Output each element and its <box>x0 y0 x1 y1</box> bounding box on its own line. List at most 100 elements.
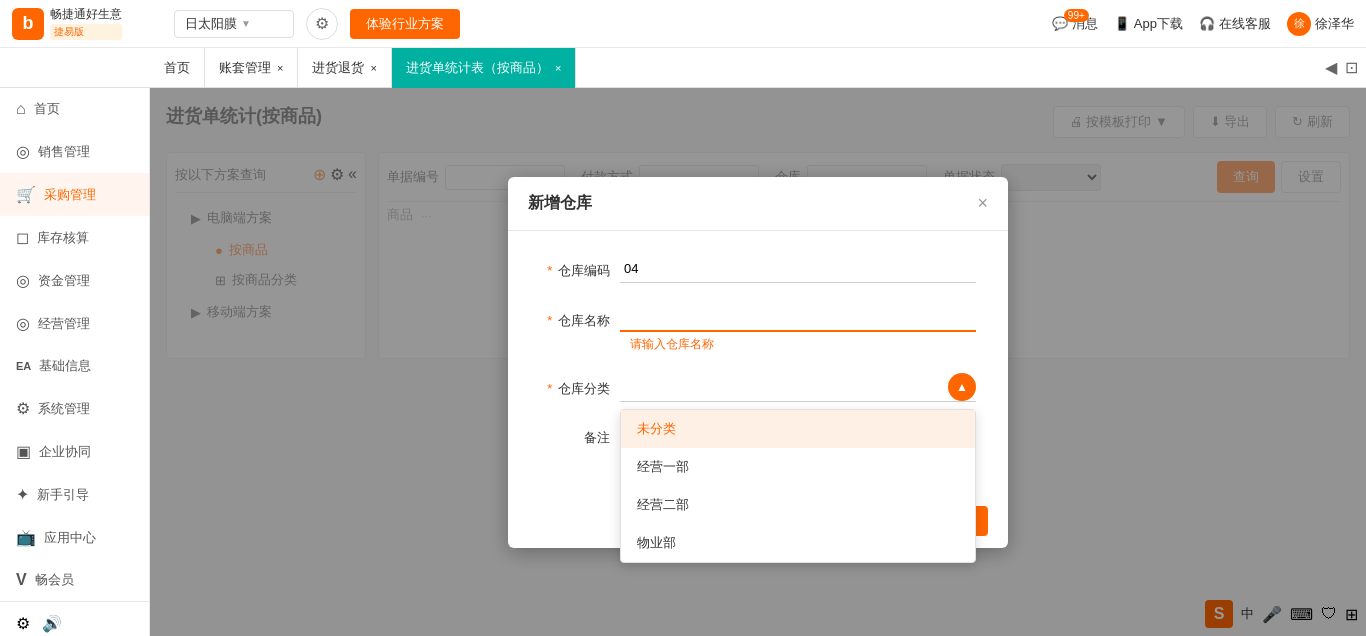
appcenter-icon: 📺 <box>16 528 36 547</box>
tab-purchase-return[interactable]: 进货退货 × <box>298 48 391 88</box>
category-dropdown-toggle[interactable]: ▲ <box>948 373 976 401</box>
sidebar-item-purchase[interactable]: 🛒 采购管理 <box>0 173 149 216</box>
store-name: 日太阳膜 <box>185 15 237 33</box>
tab-expand-icon[interactable]: ⊡ <box>1345 58 1358 77</box>
modal-header: 新增仓库 × <box>508 177 1008 231</box>
tab-account-management-label: 账套管理 <box>219 59 271 77</box>
store-selector[interactable]: 日太阳膜 ▼ <box>174 10 294 38</box>
name-label: * 仓库名称 <box>540 305 620 330</box>
sidebar-item-finance-label: 资金管理 <box>38 272 90 290</box>
category-input-row: ▲ <box>620 373 976 402</box>
sidebar-item-newbie-label: 新手引导 <box>37 486 89 504</box>
logo-badge: 捷易版 <box>50 24 122 40</box>
sidebar-item-newbie[interactable]: ✦ 新手引导 <box>0 473 149 516</box>
modal-title: 新增仓库 <box>528 193 592 214</box>
sidebar-item-purchase-label: 采购管理 <box>44 186 96 204</box>
sidebar-settings-icon[interactable]: ⚙ <box>16 614 30 633</box>
tab-collapse-icon[interactable]: ◀ <box>1325 58 1337 77</box>
remark-label: 备注 <box>540 422 620 447</box>
sidebar-item-system-label: 系统管理 <box>38 400 90 418</box>
tab-purchase-stats[interactable]: 进货单统计表（按商品） × <box>392 48 576 88</box>
message-badge: 99+ <box>1064 9 1089 22</box>
category-option-3[interactable]: 物业部 <box>621 524 975 562</box>
category-required-mark: * <box>547 381 552 396</box>
category-option-0[interactable]: 未分类 <box>621 410 975 448</box>
modal-close-button[interactable]: × <box>977 193 988 214</box>
sidebar-sound-icon[interactable]: 🔊 <box>42 614 62 633</box>
trial-button[interactable]: 体验行业方案 <box>350 9 460 39</box>
sidebar-item-basic[interactable]: EA 基础信息 <box>0 345 149 387</box>
tab-home-label: 首页 <box>164 59 190 77</box>
tab-account-management-close[interactable]: × <box>277 62 283 74</box>
home-icon: ⌂ <box>16 100 26 118</box>
sidebar-item-appcenter[interactable]: 📺 应用中心 <box>0 516 149 559</box>
header-right: 💬 消息 99+ 📱 App下载 🎧 在线客服 徐 徐泽华 <box>1052 12 1354 36</box>
top-header: b 畅捷通好生意 捷易版 日太阳膜 ▼ ⚙ 体验行业方案 💬 消息 99+ 📱 … <box>0 0 1366 48</box>
category-option-1[interactable]: 经营一部 <box>621 448 975 486</box>
category-label: * 仓库分类 <box>540 373 620 398</box>
logo-area: b 畅捷通好生意 捷易版 <box>12 7 162 41</box>
tab-purchase-stats-label: 进货单统计表（按商品） <box>406 59 549 77</box>
sidebar: ⌂ 首页 ◎ 销售管理 🛒 采购管理 ◻ 库存核算 ◎ 资金管理 ◎ 经营管理 … <box>0 88 150 636</box>
tab-bar-actions: ◀ ⊡ <box>1325 58 1366 77</box>
tab-bar: 首页 账套管理 × 进货退货 × 进货单统计表（按商品） × ◀ ⊡ <box>0 48 1366 88</box>
logo-icon: b <box>12 8 44 40</box>
modal-add-warehouse: 新增仓库 × * 仓库编码 <box>508 177 1008 548</box>
enterprise-icon: ▣ <box>16 442 31 461</box>
operation-icon: ◎ <box>16 314 30 333</box>
field-warehouse-code: * 仓库编码 <box>540 255 976 283</box>
main-layout: ⌂ 首页 ◎ 销售管理 🛒 采购管理 ◻ 库存核算 ◎ 资金管理 ◎ 经营管理 … <box>0 88 1366 636</box>
modal-body: * 仓库编码 * 仓库名称 <box>508 231 1008 494</box>
code-label: * 仓库编码 <box>540 255 620 280</box>
logo-text: 畅捷通好生意 <box>50 7 122 23</box>
store-dropdown-arrow: ▼ <box>241 18 251 29</box>
category-input[interactable] <box>620 373 948 400</box>
field-warehouse-name: * 仓库名称 请输入仓库名称 <box>540 303 976 353</box>
inventory-icon: ◻ <box>16 228 29 247</box>
sales-icon: ◎ <box>16 142 30 161</box>
sidebar-item-vip[interactable]: V 畅会员 <box>0 559 149 601</box>
user-avatar: 徐 <box>1287 12 1311 36</box>
purchase-icon: 🛒 <box>16 185 36 204</box>
sidebar-item-finance[interactable]: ◎ 资金管理 <box>0 259 149 302</box>
tab-purchase-stats-close[interactable]: × <box>555 62 561 74</box>
sidebar-item-home-label: 首页 <box>34 100 60 118</box>
sidebar-item-home[interactable]: ⌂ 首页 <box>0 88 149 130</box>
sidebar-item-operation-label: 经营管理 <box>38 315 90 333</box>
sidebar-item-inventory-label: 库存核算 <box>37 229 89 247</box>
sidebar-item-appcenter-label: 应用中心 <box>44 529 96 547</box>
category-dropdown-wrapper: ▲ 未分类 经营一部 经营二部 物业部 <box>620 373 976 402</box>
code-input[interactable] <box>620 255 976 283</box>
headset-icon: 🎧 <box>1199 16 1215 31</box>
sidebar-item-sales[interactable]: ◎ 销售管理 <box>0 130 149 173</box>
name-input[interactable] <box>620 303 976 332</box>
online-service-item[interactable]: 🎧 在线客服 <box>1199 15 1271 33</box>
sidebar-item-operation[interactable]: ◎ 经营管理 <box>0 302 149 345</box>
name-required-mark: * <box>547 313 552 328</box>
field-warehouse-category: * 仓库分类 ▲ 未分类 经营一部 经 <box>540 373 976 402</box>
modal-overlay: 新增仓库 × * 仓库编码 <box>150 88 1366 636</box>
settings-icon-btn[interactable]: ⚙ <box>306 8 338 40</box>
category-option-2[interactable]: 经营二部 <box>621 486 975 524</box>
tab-purchase-return-close[interactable]: × <box>370 62 376 74</box>
app-download-item[interactable]: 📱 App下载 <box>1114 15 1183 33</box>
name-error-msg: 请输入仓库名称 <box>630 337 714 351</box>
sidebar-item-vip-label: 畅会员 <box>35 571 74 589</box>
content-area: 进货单统计(按商品) 🖨 按模板打印 ▼ ⬇ 导出 ↻ 刷新 <box>150 88 1366 636</box>
sidebar-item-inventory[interactable]: ◻ 库存核算 <box>0 216 149 259</box>
vip-icon: V <box>16 571 27 589</box>
user-item[interactable]: 徐 徐泽华 <box>1287 12 1354 36</box>
app-download-icon: 📱 <box>1114 16 1130 31</box>
system-icon: ⚙ <box>16 399 30 418</box>
sidebar-item-system[interactable]: ⚙ 系统管理 <box>0 387 149 430</box>
online-service-label: 在线客服 <box>1219 15 1271 33</box>
sidebar-item-enterprise[interactable]: ▣ 企业协同 <box>0 430 149 473</box>
message-item[interactable]: 💬 消息 99+ <box>1052 15 1098 33</box>
sidebar-item-sales-label: 销售管理 <box>38 143 90 161</box>
basic-icon: EA <box>16 360 31 372</box>
tab-account-management[interactable]: 账套管理 × <box>205 48 298 88</box>
sidebar-bottom: ⚙ 🔊 <box>0 601 149 636</box>
newbie-icon: ✦ <box>16 485 29 504</box>
tab-home[interactable]: 首页 <box>150 48 205 88</box>
app-download-label: App下载 <box>1134 15 1183 33</box>
